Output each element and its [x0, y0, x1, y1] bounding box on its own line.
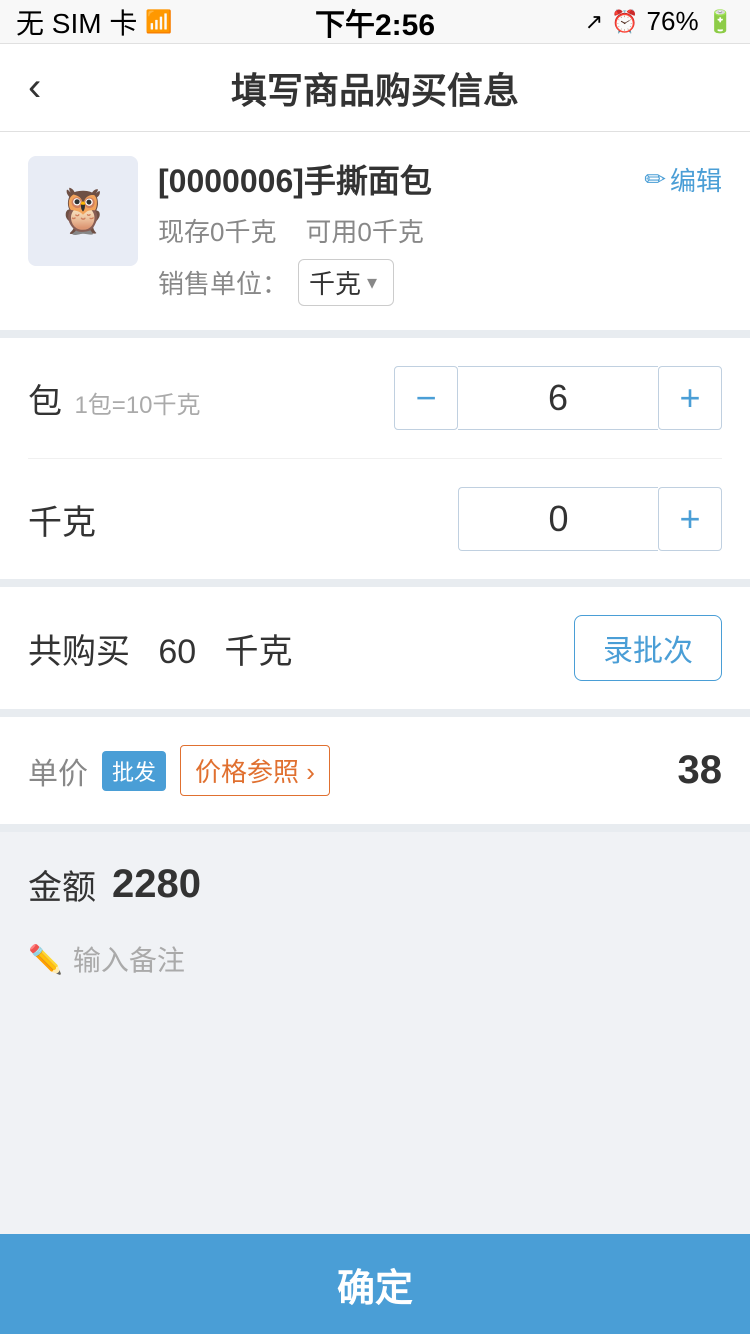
price-label: 单价 — [28, 749, 88, 793]
bao-label: 包 — [28, 383, 62, 421]
product-thumb-icon: 🦉 — [56, 185, 111, 237]
amount-value: 2280 — [112, 862, 201, 907]
bao-increase-button[interactable]: + — [658, 366, 722, 430]
note-placeholder: 输入备注 — [73, 939, 185, 979]
kg-label-group: 千克 — [28, 495, 96, 544]
confirm-button-label: 确定 — [337, 1257, 413, 1312]
amount-label: 金额 — [28, 860, 96, 909]
note-row[interactable]: ✏️ 输入备注 — [28, 929, 722, 989]
kg-quantity-control: + — [458, 487, 722, 551]
stock-text: 现存0千克 — [158, 217, 276, 247]
price-section: 单价 批发 价格参照 › 38 — [0, 717, 750, 832]
note-icon: ✏️ — [28, 943, 63, 976]
amount-section: 金额 2280 ✏️ 输入备注 — [0, 832, 750, 1132]
quantity-form-section: 包 1包=10千克 − + 千克 + — [0, 338, 750, 587]
page-title: 填写商品购买信息 — [231, 62, 519, 114]
product-thumbnail: 🦉 — [28, 156, 138, 266]
summary-prefix: 共购买 — [28, 633, 130, 671]
back-button[interactable]: ‹ — [28, 65, 41, 110]
unit-dropdown-arrow: ▾ — [367, 270, 377, 295]
bao-quantity-input[interactable] — [458, 366, 658, 430]
kg-increase-button[interactable]: + — [658, 487, 722, 551]
kg-quantity-input[interactable] — [458, 487, 658, 551]
confirm-bar[interactable]: 确定 — [0, 1234, 750, 1334]
status-right: ↗ ⏰ 76% 🔋 — [585, 6, 734, 37]
edit-icon: ✏ — [644, 164, 666, 195]
status-time: 下午2:56 — [315, 0, 435, 44]
wifi-icon: 📶 — [145, 9, 172, 35]
available-text: 可用0千克 — [305, 217, 423, 247]
unit-value: 千克 — [309, 264, 361, 301]
summary-quantity: 60 — [158, 633, 196, 671]
unit-label: 销售单位： — [158, 264, 288, 301]
bao-decrease-button[interactable]: − — [394, 366, 458, 430]
kg-label: 千克 — [28, 504, 96, 542]
bao-label-group: 包 1包=10千克 — [28, 374, 201, 423]
price-value: 38 — [678, 748, 723, 793]
batch-button[interactable]: 录批次 — [574, 615, 722, 681]
battery-text: 76% — [647, 6, 699, 37]
summary-row: 共购买 60 千克 录批次 — [0, 587, 750, 717]
bao-sublabel: 1包=10千克 — [74, 392, 200, 419]
edit-link[interactable]: ✏ 编辑 — [644, 161, 722, 198]
bao-quantity-row: 包 1包=10千克 − + — [28, 338, 722, 459]
price-type-tag: 批发 — [102, 751, 166, 791]
alarm-icon: ⏰ — [611, 9, 638, 35]
summary-text: 共购买 60 千克 — [28, 624, 293, 673]
product-card: 🦉 [0000006]手撕面包 ✏ 编辑 现存0千克 可用0千克 销售单位： 千… — [0, 132, 750, 338]
battery-icon: 🔋 — [707, 9, 734, 35]
unit-selector[interactable]: 千克 ▾ — [298, 259, 394, 306]
price-ref-button[interactable]: 价格参照 › — [180, 745, 330, 796]
product-unit-row: 销售单位： 千克 ▾ — [158, 259, 722, 306]
bao-quantity-control: − + — [394, 366, 722, 430]
nav-bar: ‹ 填写商品购买信息 — [0, 44, 750, 132]
location-icon: ↗ — [585, 9, 603, 35]
summary-unit: 千克 — [225, 633, 293, 671]
product-title-row: [0000006]手撕面包 ✏ 编辑 — [158, 156, 722, 202]
kg-quantity-row: 千克 + — [28, 459, 722, 579]
amount-row: 金额 2280 — [28, 860, 722, 909]
carrier-text: 无 SIM 卡 — [16, 2, 137, 42]
product-stock: 现存0千克 可用0千克 — [158, 212, 722, 249]
product-name: [0000006]手撕面包 — [158, 156, 432, 202]
product-info: [0000006]手撕面包 ✏ 编辑 现存0千克 可用0千克 销售单位： 千克 … — [158, 156, 722, 306]
status-carrier: 无 SIM 卡 📶 — [16, 2, 173, 42]
status-bar: 无 SIM 卡 📶 下午2:56 ↗ ⏰ 76% 🔋 — [0, 0, 750, 44]
edit-label: 编辑 — [670, 161, 722, 198]
